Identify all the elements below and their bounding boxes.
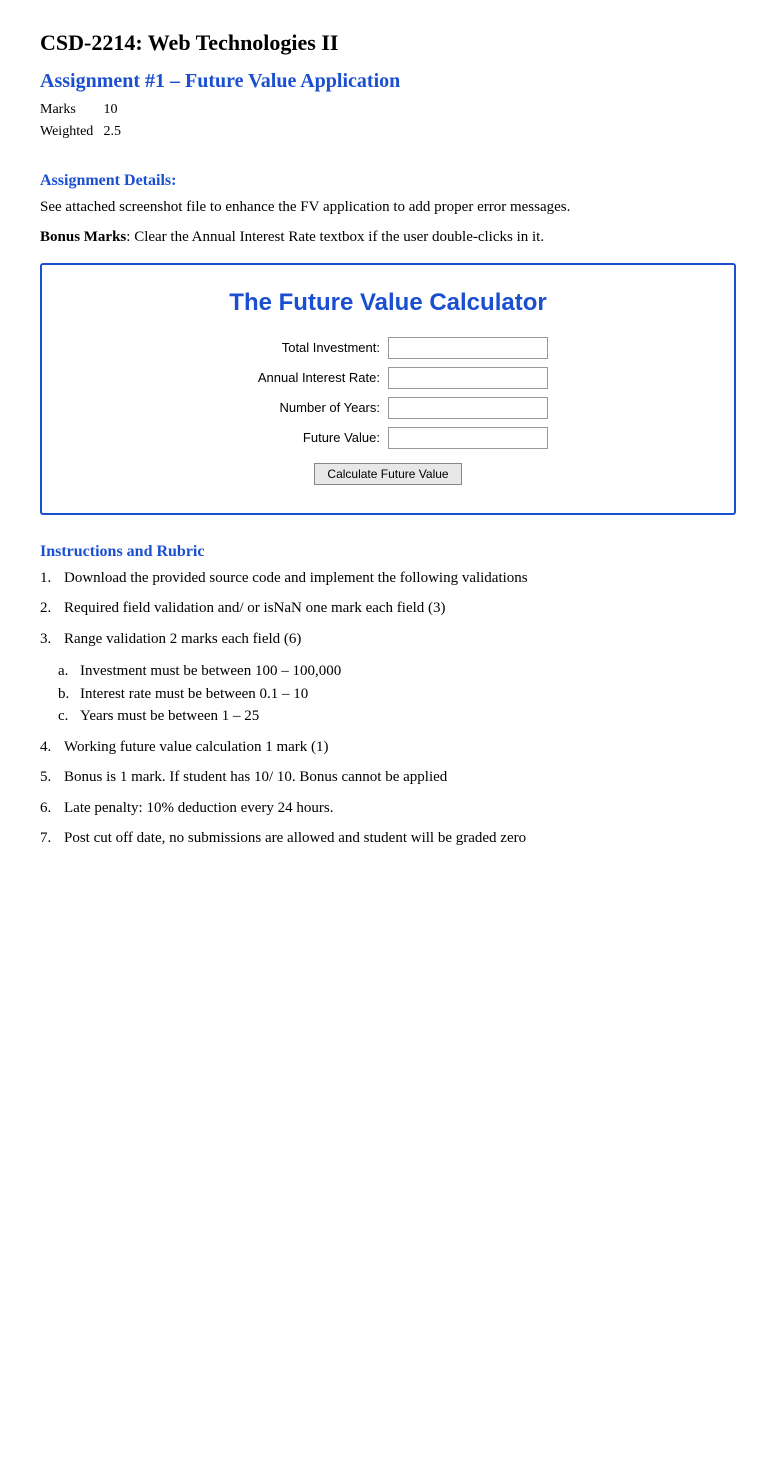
instructions-heading: Instructions and Rubric <box>40 543 736 561</box>
number-of-years-input[interactable] <box>388 397 548 419</box>
number-of-years-label: Number of Years: <box>228 400 388 415</box>
list-text-3: Range validation 2 marks each field (6) <box>64 628 301 651</box>
list-text-6: Late penalty: 10% deduction every 24 hou… <box>64 797 334 820</box>
marks-label: Marks <box>40 99 100 121</box>
list-item-4: 4. Working future value calculation 1 ma… <box>40 736 736 759</box>
list-num-6: 6. <box>40 797 58 820</box>
details-body: See attached screenshot file to enhance … <box>40 196 736 219</box>
list-num-3: 3. <box>40 628 58 651</box>
total-investment-label: Total Investment: <box>228 340 388 355</box>
button-row: Calculate Future Value <box>72 463 704 485</box>
list-item-6: 6. Late penalty: 10% deduction every 24 … <box>40 797 736 820</box>
list-item-5: 5. Bonus is 1 mark. If student has 10/ 1… <box>40 766 736 789</box>
bonus-bold-label: Bonus Marks <box>40 229 126 245</box>
weighted-value: 2.5 <box>104 124 122 139</box>
list-item-7: 7. Post cut off date, no submissions are… <box>40 827 736 850</box>
list-text-5: Bonus is 1 mark. If student has 10/ 10. … <box>64 766 447 789</box>
marks-row: Marks 10 <box>40 99 736 121</box>
number-of-years-row: Number of Years: <box>72 397 704 419</box>
total-investment-input[interactable] <box>388 337 548 359</box>
list-text-4: Working future value calculation 1 mark … <box>64 736 329 759</box>
bonus-rest-text: : Clear the Annual Interest Rate textbox… <box>126 229 544 245</box>
assignment-details-heading: Assignment Details: <box>40 172 736 190</box>
list-text-1: Download the provided source code and im… <box>64 567 528 590</box>
calculate-button[interactable]: Calculate Future Value <box>314 463 461 485</box>
weighted-row: Weighted 2.5 <box>40 121 736 143</box>
list-num-7: 7. <box>40 827 58 850</box>
list-num-5: 5. <box>40 766 58 789</box>
sub-item-3b: b. Interest rate must be between 0.1 – 1… <box>40 683 736 706</box>
bonus-text: Bonus Marks: Clear the Annual Interest R… <box>40 226 736 249</box>
annual-interest-rate-label: Annual Interest Rate: <box>228 370 388 385</box>
instructions-list: 1. Download the provided source code and… <box>40 567 736 850</box>
annual-interest-rate-input[interactable] <box>388 367 548 389</box>
list-item-1: 1. Download the provided source code and… <box>40 567 736 590</box>
sub-label-3a: a. <box>58 660 74 683</box>
list-num-2: 2. <box>40 597 58 620</box>
list-item-2: 2. Required field validation and/ or isN… <box>40 597 736 620</box>
weighted-label: Weighted <box>40 121 100 143</box>
calculator-box: The Future Value Calculator Total Invest… <box>40 263 736 515</box>
future-value-input[interactable] <box>388 427 548 449</box>
sub-text-3a: Investment must be between 100 – 100,000 <box>80 660 341 683</box>
list-item-3: 3. Range validation 2 marks each field (… <box>40 628 736 728</box>
marks-value: 10 <box>104 102 118 117</box>
sub-text-3b: Interest rate must be between 0.1 – 10 <box>80 683 308 706</box>
list-num-4: 4. <box>40 736 58 759</box>
future-value-label: Future Value: <box>228 430 388 445</box>
annual-interest-rate-row: Annual Interest Rate: <box>72 367 704 389</box>
assignment-title: Assignment #1 – Future Value Application <box>40 70 736 93</box>
instructions-section: Instructions and Rubric 1. Download the … <box>40 543 736 850</box>
sub-label-3b: b. <box>58 683 74 706</box>
future-value-row: Future Value: <box>72 427 704 449</box>
calculator-title: The Future Value Calculator <box>72 289 704 317</box>
sub-list-3: a. Investment must be between 100 – 100,… <box>40 660 736 728</box>
total-investment-row: Total Investment: <box>72 337 704 359</box>
list-text-2: Required field validation and/ or isNaN … <box>64 597 446 620</box>
sub-item-3a: a. Investment must be between 100 – 100,… <box>40 660 736 683</box>
list-num-1: 1. <box>40 567 58 590</box>
list-text-7: Post cut off date, no submissions are al… <box>64 827 526 850</box>
sub-item-3c: c. Years must be between 1 – 25 <box>40 705 736 728</box>
page-title: CSD-2214: Web Technologies II <box>40 30 736 56</box>
sub-label-3c: c. <box>58 705 74 728</box>
sub-text-3c: Years must be between 1 – 25 <box>80 705 259 728</box>
